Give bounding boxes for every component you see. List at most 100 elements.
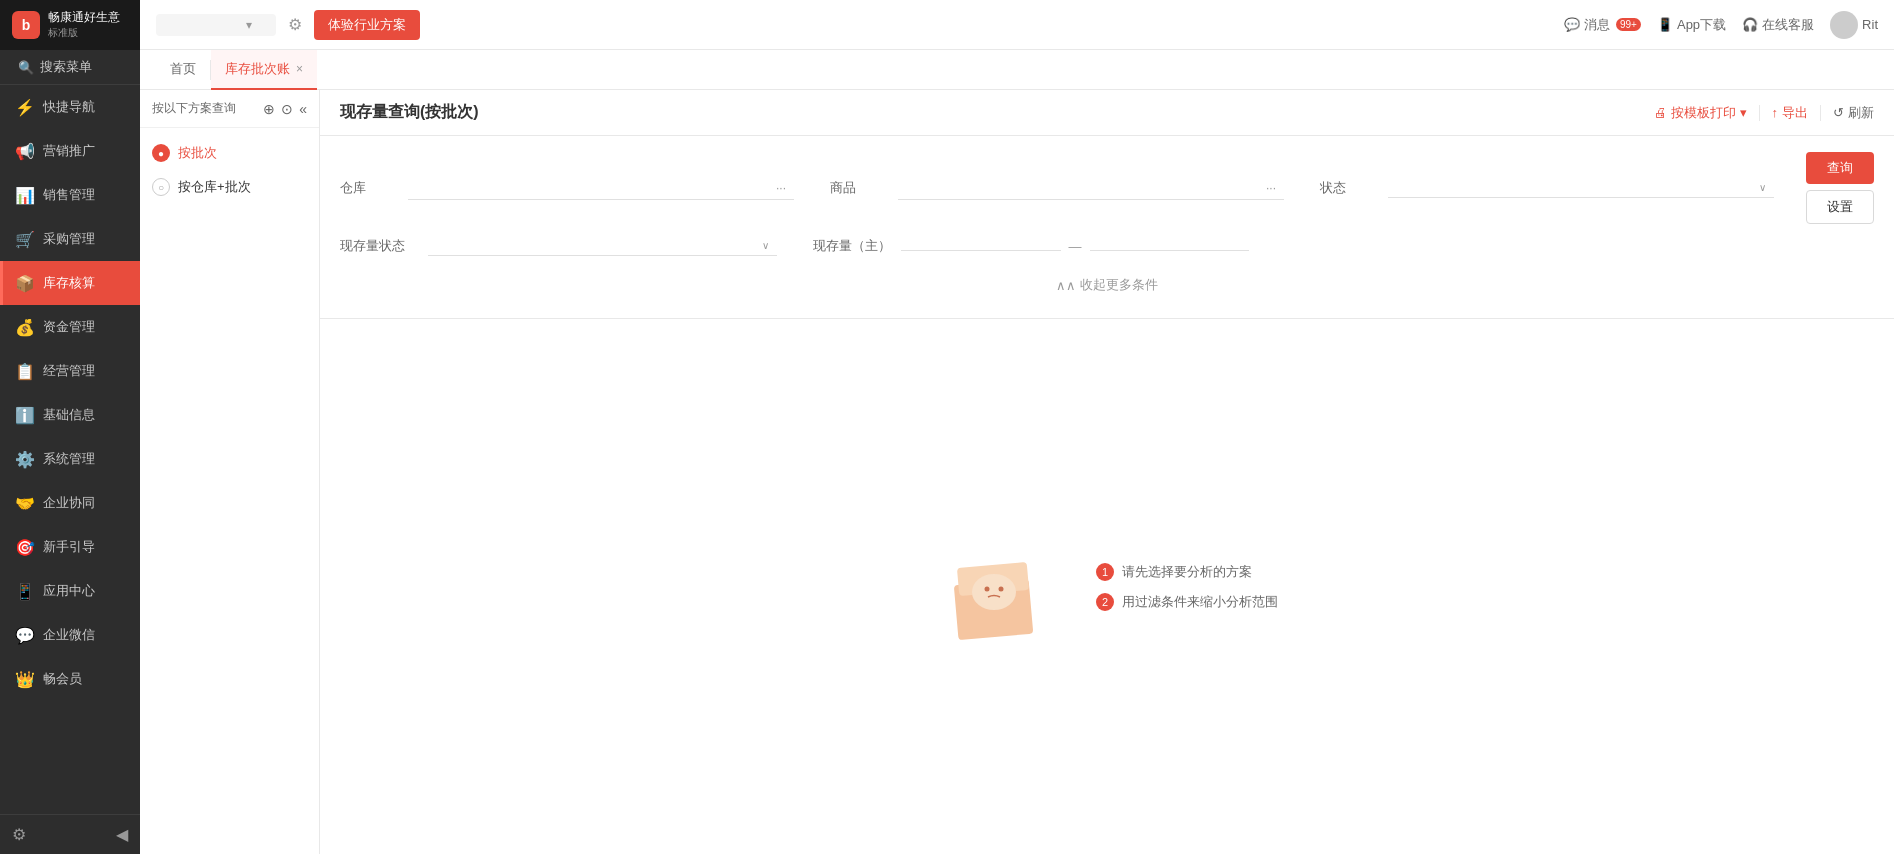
enterprise-icon: 🤝 (15, 493, 35, 513)
stock-amount-field: 现存量（主） — (813, 237, 1250, 255)
sidebar-item-label: 销售管理 (43, 186, 95, 204)
messages-action[interactable]: 💬 消息 99+ (1564, 16, 1641, 34)
row1-action-btns: 查询 设置 (1806, 152, 1874, 224)
search-menu-item[interactable]: 🔍 搜索菜单 (0, 50, 140, 85)
empty-tip-2: 2 用过滤条件来缩小分析范围 (1096, 593, 1278, 611)
top-search-box[interactable]: ▾ (156, 14, 276, 36)
goods-more-icon[interactable]: ··· (1266, 181, 1276, 195)
app-download-action[interactable]: 📱 App下载 (1657, 16, 1726, 34)
tab-close-icon[interactable]: × (296, 62, 303, 76)
sidebar-item-purchase[interactable]: 🛒 采购管理 (0, 217, 140, 261)
user-action[interactable]: Rit (1830, 11, 1878, 39)
stock-amount-input-from[interactable] (901, 242, 1061, 251)
sidebar-item-enterprise[interactable]: 🤝 企业协同 (0, 481, 140, 525)
scheme-settings-icon[interactable]: ⊙ (281, 101, 293, 117)
sidebar-item-newbie[interactable]: 🎯 新手引导 (0, 525, 140, 569)
empty-state: 1 请先选择要分析的方案 2 用过滤条件来缩小分析范围 (320, 319, 1894, 854)
topbar-left: ▾ ⚙ 体验行业方案 (156, 10, 420, 40)
appcenter-icon: 📱 (15, 581, 35, 601)
content-area: 按以下方案查询 ⊕ ⊙ « ● 按批次 ○ 按仓库+批次 (140, 90, 1894, 854)
add-scheme-icon[interactable]: ⊕ (263, 101, 275, 117)
sidebar-item-operations[interactable]: 📋 经营管理 (0, 349, 140, 393)
tab-home[interactable]: 首页 (156, 50, 210, 90)
goods-input[interactable]: ··· (898, 177, 1284, 200)
refresh-label: 刷新 (1848, 104, 1874, 122)
collapse-panel-icon[interactable]: « (299, 101, 307, 117)
print-btn[interactable]: 🖨 按模板打印 ▾ (1654, 104, 1747, 122)
sidebar-item-label: 库存核算 (43, 274, 95, 292)
top-search-input[interactable] (166, 18, 246, 32)
sidebar-item-finance[interactable]: 💰 资金管理 (0, 305, 140, 349)
scheme-item-by-batch[interactable]: ● 按批次 (140, 136, 319, 170)
headset-icon: 🎧 (1742, 17, 1758, 32)
sidebar-item-inventory[interactable]: 📦 库存核算 (0, 261, 140, 305)
messages-badge: 99+ (1616, 18, 1641, 31)
scheme-list: ● 按批次 ○ 按仓库+批次 (140, 128, 319, 212)
status-select-arrow: ∨ (1759, 182, 1766, 193)
scheme-item-by-warehouse-batch[interactable]: ○ 按仓库+批次 (140, 170, 319, 204)
print-label: 按模板打印 (1671, 104, 1736, 122)
operations-icon: 📋 (15, 361, 35, 381)
left-panel-header: 按以下方案查询 ⊕ ⊙ « (140, 90, 319, 128)
export-btn[interactable]: ↑ 导出 (1772, 104, 1809, 122)
sidebar-item-quick-nav[interactable]: ⚡ 快捷导航 (0, 85, 140, 129)
filter-row-1: 仓库 ··· 商品 ··· (340, 152, 1874, 224)
phone-icon: 📱 (1657, 17, 1673, 32)
trial-btn[interactable]: 体验行业方案 (314, 10, 420, 40)
warehouse-field: 仓库 ··· (340, 177, 794, 200)
tab-home-label: 首页 (170, 60, 196, 78)
warehouse-more-icon[interactable]: ··· (776, 181, 786, 195)
sidebar-item-label: 企业微信 (43, 626, 95, 644)
refresh-btn[interactable]: ↺ 刷新 (1833, 104, 1874, 122)
messages-label: 消息 (1584, 16, 1610, 34)
tab-batch-account-label: 库存批次账 (225, 60, 290, 78)
search-menu-label: 搜索菜单 (40, 58, 92, 76)
collapse-bar[interactable]: ∧∧ 收起更多条件 (340, 268, 1874, 302)
query-button[interactable]: 查询 (1806, 152, 1874, 184)
warehouse-input[interactable]: ··· (408, 177, 794, 200)
stock-status-select[interactable]: ∨ (428, 236, 777, 256)
tab-batch-account[interactable]: 库存批次账 × (211, 50, 317, 90)
amount-dash: — (1061, 239, 1090, 254)
sidebar-footer: ⚙ ◀ (0, 814, 140, 854)
sidebar-item-appcenter[interactable]: 📱 应用中心 (0, 569, 140, 613)
sidebar-item-basic[interactable]: ℹ️ 基础信息 (0, 393, 140, 437)
settings-footer-icon[interactable]: ⚙ (12, 825, 26, 844)
online-support-action[interactable]: 🎧 在线客服 (1742, 16, 1814, 34)
user-name: Rit (1862, 17, 1878, 32)
message-icon: 💬 (1564, 17, 1580, 32)
topbar-right: 💬 消息 99+ 📱 App下载 🎧 在线客服 Rit (1564, 11, 1878, 39)
sidebar-item-label: 基础信息 (43, 406, 95, 424)
sidebar-item-label: 资金管理 (43, 318, 95, 336)
scheme-inactive-icon: ○ (152, 178, 170, 196)
filter-row-2: 现存量状态 ∨ 现存量（主） — (340, 236, 1874, 256)
empty-tip-1: 1 请先选择要分析的方案 (1096, 563, 1278, 581)
left-panel: 按以下方案查询 ⊕ ⊙ « ● 按批次 ○ 按仓库+批次 (140, 90, 320, 854)
stock-amount-input-to[interactable] (1090, 242, 1250, 251)
print-icon: 🖨 (1654, 105, 1667, 120)
sidebar-item-member[interactable]: 👑 畅会员 (0, 657, 140, 701)
basic-icon: ℹ️ (15, 405, 35, 425)
print-dropdown-icon[interactable]: ▾ (1740, 105, 1747, 120)
right-panel: 现存量查询(按批次) 🖨 按模板打印 ▾ ↑ 导出 ↺ 刷 (320, 90, 1894, 854)
sidebar-item-wechat[interactable]: 💬 企业微信 (0, 613, 140, 657)
status-select[interactable]: ∨ (1388, 178, 1774, 198)
topbar-gear-icon[interactable]: ⚙ (288, 15, 302, 34)
sidebar-item-marketing[interactable]: 📢 营销推广 (0, 129, 140, 173)
collapse-up-icon: ∧∧ (1056, 278, 1076, 293)
avatar (1830, 11, 1858, 39)
sidebar-item-sales[interactable]: 📊 销售管理 (0, 173, 140, 217)
status-field: 状态 ∨ (1320, 178, 1774, 198)
collapse-label: 收起更多条件 (1080, 276, 1158, 294)
page-title: 现存量查询(按批次) (340, 102, 479, 123)
wechat-icon: 💬 (15, 625, 35, 645)
main-area: ▾ ⚙ 体验行业方案 💬 消息 99+ 📱 App下载 🎧 在线客服 Rit (140, 0, 1894, 854)
page-actions: 🖨 按模板打印 ▾ ↑ 导出 ↺ 刷新 (1654, 104, 1875, 122)
sidebar-item-label: 畅会员 (43, 670, 82, 688)
search-dropdown-icon[interactable]: ▾ (246, 18, 252, 32)
status-label: 状态 (1320, 179, 1380, 197)
collapse-sidebar-icon[interactable]: ◀ (116, 825, 128, 844)
settings-button[interactable]: 设置 (1806, 190, 1874, 224)
sales-icon: 📊 (15, 185, 35, 205)
sidebar-item-system[interactable]: ⚙️ 系统管理 (0, 437, 140, 481)
